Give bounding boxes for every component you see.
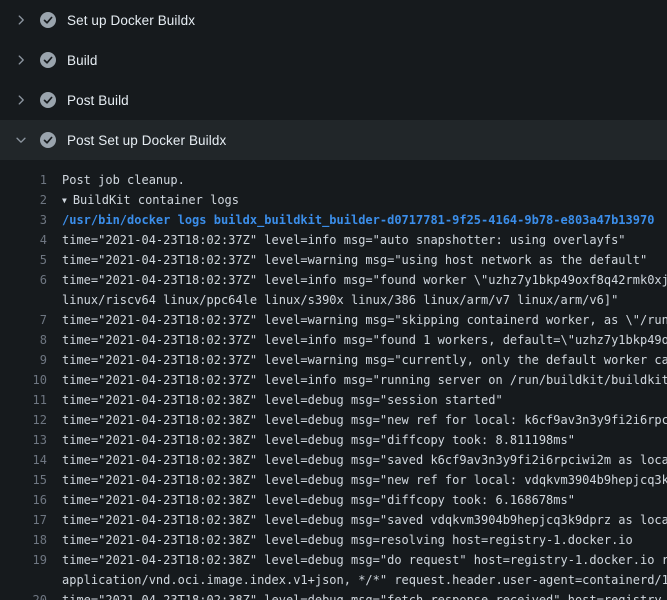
chevron-right-icon bbox=[14, 93, 28, 107]
step-header-post-build[interactable]: Post Build bbox=[0, 80, 667, 120]
line-number[interactable]: 1 bbox=[0, 170, 47, 190]
line-number[interactable]: 12 bbox=[0, 410, 47, 430]
log-text: time="2021-04-23T18:02:37Z" level=info m… bbox=[62, 370, 667, 390]
log-line-5: 5 time="2021-04-23T18:02:37Z" level=warni… bbox=[0, 250, 667, 270]
log-text: time="2021-04-23T18:02:38Z" level=debug … bbox=[62, 510, 667, 530]
log-line-12: 12 time="2021-04-23T18:02:38Z" level=debu… bbox=[0, 410, 667, 430]
log-line-7: 7 time="2021-04-23T18:02:37Z" level=warni… bbox=[0, 310, 667, 330]
step-title: Build bbox=[67, 53, 98, 68]
actions-log-viewer: Set up Docker Buildx Build Post Build Post … bbox=[0, 0, 667, 600]
log-line-17: 17 time="2021-04-23T18:02:38Z" level=debu… bbox=[0, 510, 667, 530]
log-text: time="2021-04-23T18:02:38Z" level=debug … bbox=[62, 490, 575, 510]
log-text: time="2021-04-23T18:02:37Z" level=info m… bbox=[62, 230, 626, 250]
group-caret-down-icon: ▼ bbox=[62, 191, 67, 211]
step-title: Post Build bbox=[67, 93, 129, 108]
log-line-16: 16 time="2021-04-23T18:02:38Z" level=debu… bbox=[0, 490, 667, 510]
line-number[interactable]: 20 bbox=[0, 590, 47, 600]
line-number[interactable]: 15 bbox=[0, 470, 47, 490]
log-text: Post job cleanup. bbox=[62, 170, 185, 190]
log-command-text: /usr/bin/docker logs buildx_buildkit_bui… bbox=[62, 210, 654, 230]
line-number[interactable]: 11 bbox=[0, 390, 47, 410]
log-line-4: 4 time="2021-04-23T18:02:37Z" level=info … bbox=[0, 230, 667, 250]
step-header-build[interactable]: Build bbox=[0, 40, 667, 80]
line-number[interactable]: 18 bbox=[0, 530, 47, 550]
line-number[interactable]: 13 bbox=[0, 430, 47, 450]
log-line-2: 2 ▼BuildKit container logs bbox=[0, 190, 667, 210]
log-line-wrap: application/vnd.oci.image.index.v1+json,… bbox=[0, 570, 667, 590]
log-line-1: 1 Post job cleanup. bbox=[0, 170, 667, 190]
log-line-14: 14 time="2021-04-23T18:02:38Z" level=debu… bbox=[0, 450, 667, 470]
log-line-11: 11 time="2021-04-23T18:02:38Z" level=debu… bbox=[0, 390, 667, 410]
log-text: time="2021-04-23T18:02:38Z" level=debug … bbox=[62, 390, 503, 410]
step-title: Set up Docker Buildx bbox=[67, 13, 195, 28]
line-number[interactable]: 14 bbox=[0, 450, 47, 470]
log-line-9: 9 time="2021-04-23T18:02:37Z" level=warni… bbox=[0, 350, 667, 370]
line-number[interactable]: 19 bbox=[0, 550, 47, 570]
step-title: Post Set up Docker Buildx bbox=[67, 133, 226, 148]
chevron-down-icon bbox=[14, 133, 28, 147]
log-text: time="2021-04-23T18:02:37Z" level=info m… bbox=[62, 270, 667, 290]
log-line-19: 19 time="2021-04-23T18:02:38Z" level=debu… bbox=[0, 550, 667, 570]
success-check-icon bbox=[40, 12, 56, 28]
chevron-right-icon bbox=[14, 13, 28, 27]
success-check-icon bbox=[40, 52, 56, 68]
log-text: time="2021-04-23T18:02:38Z" level=debug … bbox=[62, 530, 633, 550]
line-number[interactable]: 10 bbox=[0, 370, 47, 390]
chevron-right-icon bbox=[14, 53, 28, 67]
log-text: time="2021-04-23T18:02:38Z" level=debug … bbox=[62, 410, 667, 430]
success-check-icon bbox=[40, 92, 56, 108]
log-line-15: 15 time="2021-04-23T18:02:38Z" level=debu… bbox=[0, 470, 667, 490]
log-group-header[interactable]: ▼BuildKit container logs bbox=[62, 190, 239, 210]
log-line-6: 6 time="2021-04-23T18:02:37Z" level=info … bbox=[0, 270, 667, 290]
line-number[interactable]: 4 bbox=[0, 230, 47, 250]
log-text: time="2021-04-23T18:02:38Z" level=debug … bbox=[62, 590, 667, 600]
log-text: time="2021-04-23T18:02:37Z" level=warnin… bbox=[62, 350, 667, 370]
step-list: Set up Docker Buildx Build Post Build Post … bbox=[0, 0, 667, 160]
log-text: application/vnd.oci.image.index.v1+json,… bbox=[62, 570, 667, 590]
log-text: time="2021-04-23T18:02:38Z" level=debug … bbox=[62, 430, 575, 450]
line-number[interactable]: 5 bbox=[0, 250, 47, 270]
log-text: time="2021-04-23T18:02:38Z" level=debug … bbox=[62, 450, 667, 470]
line-number[interactable]: 16 bbox=[0, 490, 47, 510]
success-check-icon bbox=[40, 132, 56, 148]
line-number bbox=[0, 570, 47, 590]
log-text: time="2021-04-23T18:02:37Z" level=warnin… bbox=[62, 310, 667, 330]
step-header-set-up-docker-buildx[interactable]: Set up Docker Buildx bbox=[0, 0, 667, 40]
line-number bbox=[0, 290, 47, 310]
log-text: time="2021-04-23T18:02:37Z" level=warnin… bbox=[62, 250, 647, 270]
log-line-8: 8 time="2021-04-23T18:02:37Z" level=info … bbox=[0, 330, 667, 350]
log-line-wrap: linux/riscv64 linux/ppc64le linux/s390x … bbox=[0, 290, 667, 310]
log-line-10: 10 time="2021-04-23T18:02:37Z" level=info… bbox=[0, 370, 667, 390]
log-text: time="2021-04-23T18:02:38Z" level=debug … bbox=[62, 550, 667, 570]
log-area: 1 Post job cleanup. 2 ▼BuildKit container l… bbox=[0, 160, 667, 600]
log-text: time="2021-04-23T18:02:37Z" level=info m… bbox=[62, 330, 667, 350]
step-header-post-set-up-docker-buildx[interactable]: Post Set up Docker Buildx bbox=[0, 120, 667, 160]
line-number[interactable]: 7 bbox=[0, 310, 47, 330]
line-number[interactable]: 3 bbox=[0, 210, 47, 230]
log-line-3: 3/usr/bin/docker logs buildx_buildkit_bu… bbox=[0, 210, 667, 230]
log-line-18: 18 time="2021-04-23T18:02:38Z" level=debu… bbox=[0, 530, 667, 550]
log-line-20: 20 time="2021-04-23T18:02:38Z" level=debu… bbox=[0, 590, 667, 600]
log-text: linux/riscv64 linux/ppc64le linux/s390x … bbox=[62, 290, 618, 310]
line-number[interactable]: 8 bbox=[0, 330, 47, 350]
line-number[interactable]: 9 bbox=[0, 350, 47, 370]
line-number[interactable]: 2 bbox=[0, 190, 47, 210]
log-line-13: 13 time="2021-04-23T18:02:38Z" level=debu… bbox=[0, 430, 667, 450]
line-number[interactable]: 6 bbox=[0, 270, 47, 290]
log-text: time="2021-04-23T18:02:38Z" level=debug … bbox=[62, 470, 667, 490]
line-number[interactable]: 17 bbox=[0, 510, 47, 530]
